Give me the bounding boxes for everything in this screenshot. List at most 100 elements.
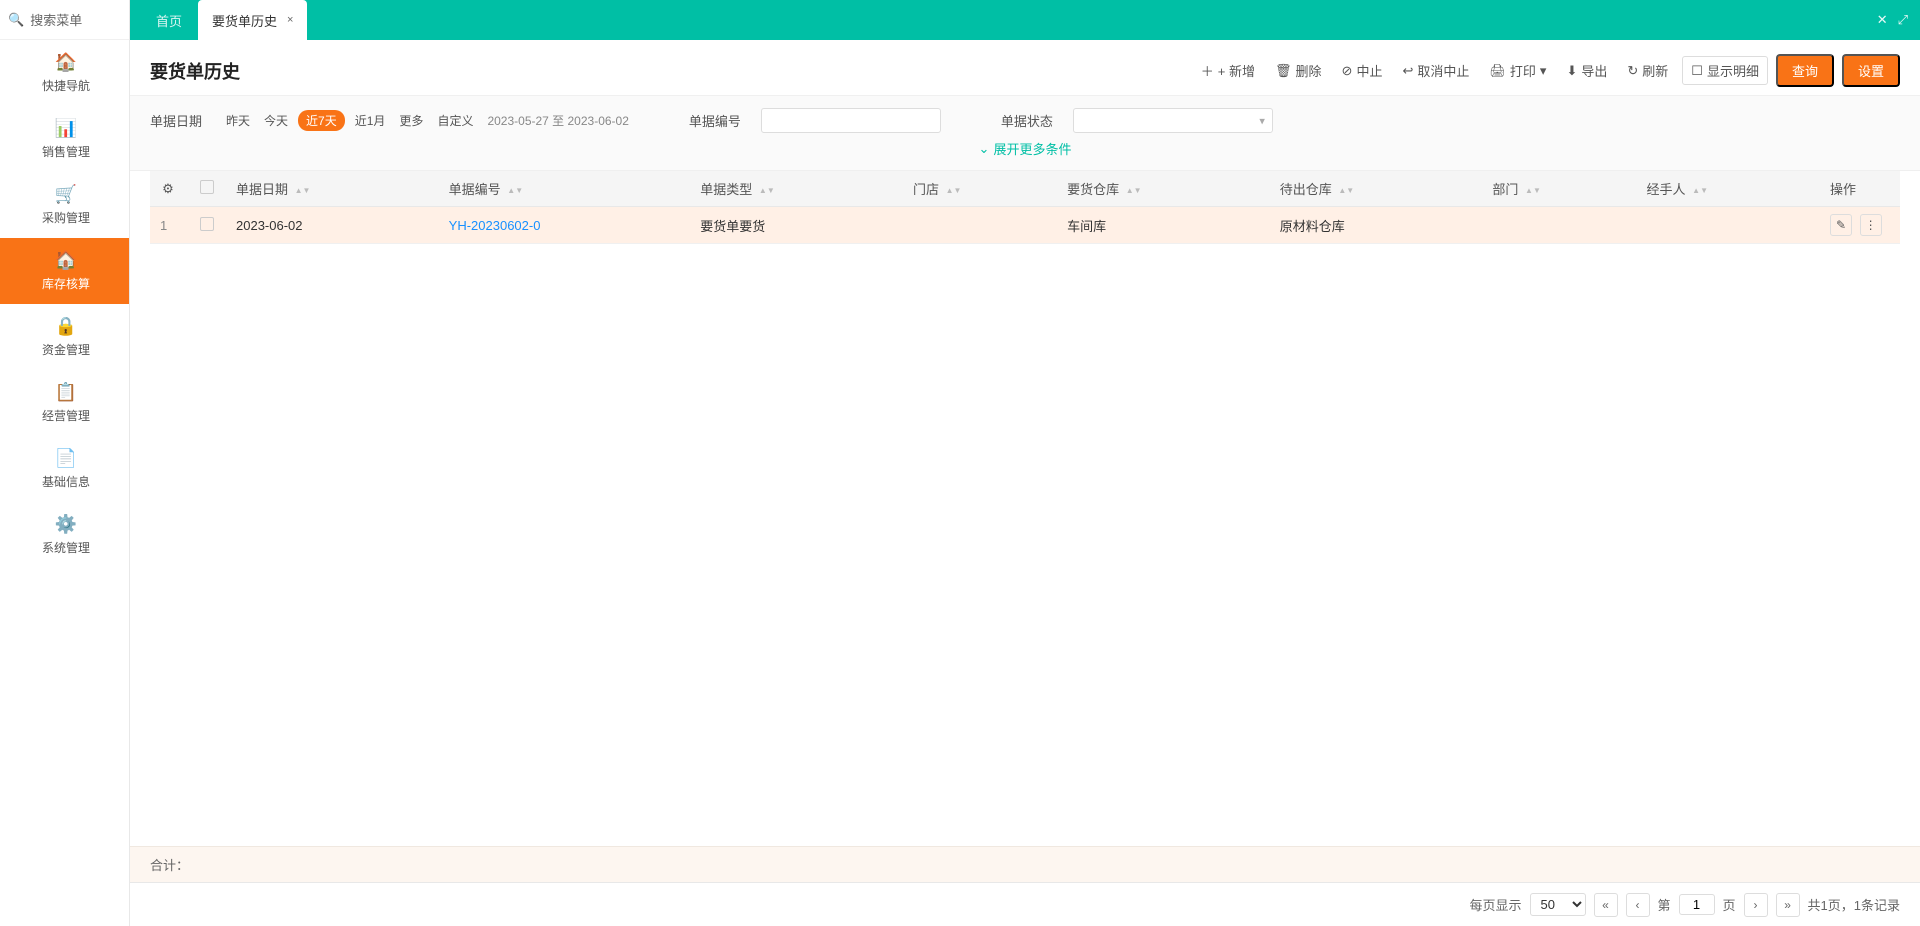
operations-icon: 📋 [55,382,77,403]
sidebar-item-system[interactable]: ⚙️ 系统管理 [0,502,129,568]
col-checkbox [190,171,226,207]
next-page-button[interactable]: › [1744,893,1768,917]
status-select-wrapper [1073,108,1273,133]
row-edit-button[interactable]: ✎ [1830,214,1852,236]
sort-number-icon[interactable]: ▲▼ [507,186,523,195]
row-date: 2023-06-02 [226,207,439,244]
cancel-stop-label: 取消中止 [1417,61,1469,80]
row-number-cell: YH-20230602-0 [439,207,691,244]
sidebar-item-quick-nav[interactable]: 🏠 快捷导航 [0,40,129,106]
finance-icon: 🔒 [55,316,77,337]
row-store [903,207,1057,244]
last-page-button[interactable]: » [1776,893,1800,917]
row-more-button[interactable]: ⋮ [1860,214,1882,236]
sort-type-icon[interactable]: ▲▼ [759,186,775,195]
page-input-prefix: 第 [1658,895,1671,914]
tab-requisition-history[interactable]: 要货单历史 × [198,0,307,40]
date-option-1month[interactable]: 近1月 [351,111,390,130]
expand-more-button[interactable]: ⌄ 展开更多条件 [150,139,1900,158]
sidebar-item-purchase[interactable]: 🛒 采购管理 [0,172,129,238]
sort-store-icon[interactable]: ▲▼ [946,186,962,195]
sidebar-item-label: 采购管理 [42,209,90,226]
doc-number-input[interactable] [761,108,941,133]
stop-icon: ⊘ [1342,63,1353,79]
cancel-stop-button[interactable]: ↩ 取消中止 [1396,57,1475,84]
sort-pending-warehouse-icon[interactable]: ▲▼ [1338,186,1354,195]
sort-handler-icon[interactable]: ▲▼ [1692,186,1708,195]
table-row: 1 2023-06-02 YH-20230602-0 要货单要货 车间库 [150,207,1900,244]
sidebar-item-basic-info[interactable]: 📄 基础信息 [0,436,129,502]
filter-row-1: 单据日期 昨天 今天 近7天 近1月 更多 自定义 2023-05-27 至 2… [150,108,1900,133]
table-settings-icon[interactable]: ⚙ [160,181,176,197]
content-area: 要货单历史 ＋ + 新增 🗑 删除 ⊘ 中止 ↩ [130,40,1920,926]
tab-close-icon[interactable]: × [287,14,293,26]
doc-number-label: 单据编号 [689,111,741,130]
date-option-custom[interactable]: 自定义 [433,111,477,130]
sort-req-warehouse-icon[interactable]: ▲▼ [1126,186,1142,195]
top-bar: 首页 要货单历史 × ✕ ⤢ [130,0,1920,40]
window-close-button[interactable]: ✕ [1877,12,1888,28]
date-range-display: 2023-05-27 至 2023-06-02 [487,112,628,129]
window-maximize-button[interactable]: ⤢ [1898,12,1908,28]
header-actions: ＋ + 新增 🗑 删除 ⊘ 中止 ↩ 取消中止 [1195,54,1900,87]
sidebar-item-operations[interactable]: 📋 经营管理 [0,370,129,436]
sidebar-item-label: 快捷导航 [42,77,90,94]
row-checkbox[interactable] [200,217,214,231]
select-all-checkbox[interactable] [200,180,214,194]
data-table: ⚙ 单据日期 ▲▼ 单据编号 ▲▼ [150,171,1900,244]
delete-button[interactable]: 🗑 删除 [1269,57,1328,84]
sidebar-item-inventory[interactable]: 🏠 库存核算 [0,238,129,304]
page-number-input[interactable] [1679,894,1715,915]
row-handler [1637,207,1820,244]
sort-date-icon[interactable]: ▲▼ [295,186,311,195]
col-type: 单据类型 ▲▼ [690,171,903,207]
new-button[interactable]: ＋ + 新增 [1195,57,1261,84]
table-footer: 合计： [130,846,1920,882]
col-dept-label: 部门 [1492,182,1518,197]
stop-button[interactable]: ⊘ 中止 [1336,57,1389,84]
sidebar-item-sales[interactable]: 📊 销售管理 [0,106,129,172]
tab-home-label: 首页 [156,11,182,30]
table-header-row: ⚙ 单据日期 ▲▼ 单据编号 ▲▼ [150,171,1900,207]
prev-page-button[interactable]: ‹ [1626,893,1650,917]
date-option-yesterday[interactable]: 昨天 [222,111,254,130]
col-dept: 部门 ▲▼ [1482,171,1636,207]
col-req-warehouse: 要货仓库 ▲▼ [1057,171,1270,207]
col-store-label: 门店 [913,182,939,197]
sales-icon: 📊 [55,118,77,139]
page-input-suffix: 页 [1723,895,1736,914]
sidebar-item-label: 基础信息 [42,473,90,490]
date-option-more[interactable]: 更多 [395,111,427,130]
page-total: 共1页，1条记录 [1808,895,1900,914]
sort-dept-icon[interactable]: ▲▼ [1525,186,1541,195]
date-option-today[interactable]: 今天 [260,111,292,130]
table-area: ⚙ 单据日期 ▲▼ 单据编号 ▲▼ [130,171,1920,846]
sidebar-item-label: 系统管理 [42,539,90,556]
query-button[interactable]: 查询 [1776,54,1834,87]
first-page-button[interactable]: « [1594,893,1618,917]
settings-button[interactable]: 设置 [1842,54,1900,87]
col-settings: ⚙ [150,171,190,207]
date-option-7days[interactable]: 近7天 [298,110,345,131]
print-button[interactable]: 🖨 打印 ▾ [1483,57,1552,84]
refresh-button[interactable]: ↻ 刷新 [1621,57,1674,84]
page-header: 要货单历史 ＋ + 新增 🗑 删除 ⊘ 中止 ↩ [130,40,1920,96]
pagination-bar: 每页显示 50 10 20 100 « ‹ 第 页 › » 共1页，1条记录 [130,882,1920,926]
sidebar-item-label: 资金管理 [42,341,90,358]
sidebar-item-finance[interactable]: 🔒 资金管理 [0,304,129,370]
sidebar-search[interactable]: 🔍 搜索菜单 [0,0,129,40]
cancel-stop-icon: ↩ [1402,63,1413,79]
new-icon: ＋ [1201,61,1214,80]
col-number: 单据编号 ▲▼ [439,171,691,207]
col-store: 门店 ▲▼ [903,171,1057,207]
row-ops-cell: ✎ ⋮ [1820,207,1900,244]
export-button[interactable]: ⬇ 导出 [1560,57,1613,84]
basic-info-icon: 📄 [55,448,77,469]
page-size-select[interactable]: 50 10 20 100 [1530,893,1586,916]
display-cell-button[interactable]: ☐ 显示明细 [1682,56,1768,85]
tab-home[interactable]: 首页 [142,0,196,40]
refresh-icon: ↻ [1627,63,1638,79]
doc-number-link[interactable]: YH-20230602-0 [449,218,541,233]
row-req-warehouse: 车间库 [1057,207,1270,244]
status-select[interactable] [1073,108,1273,133]
